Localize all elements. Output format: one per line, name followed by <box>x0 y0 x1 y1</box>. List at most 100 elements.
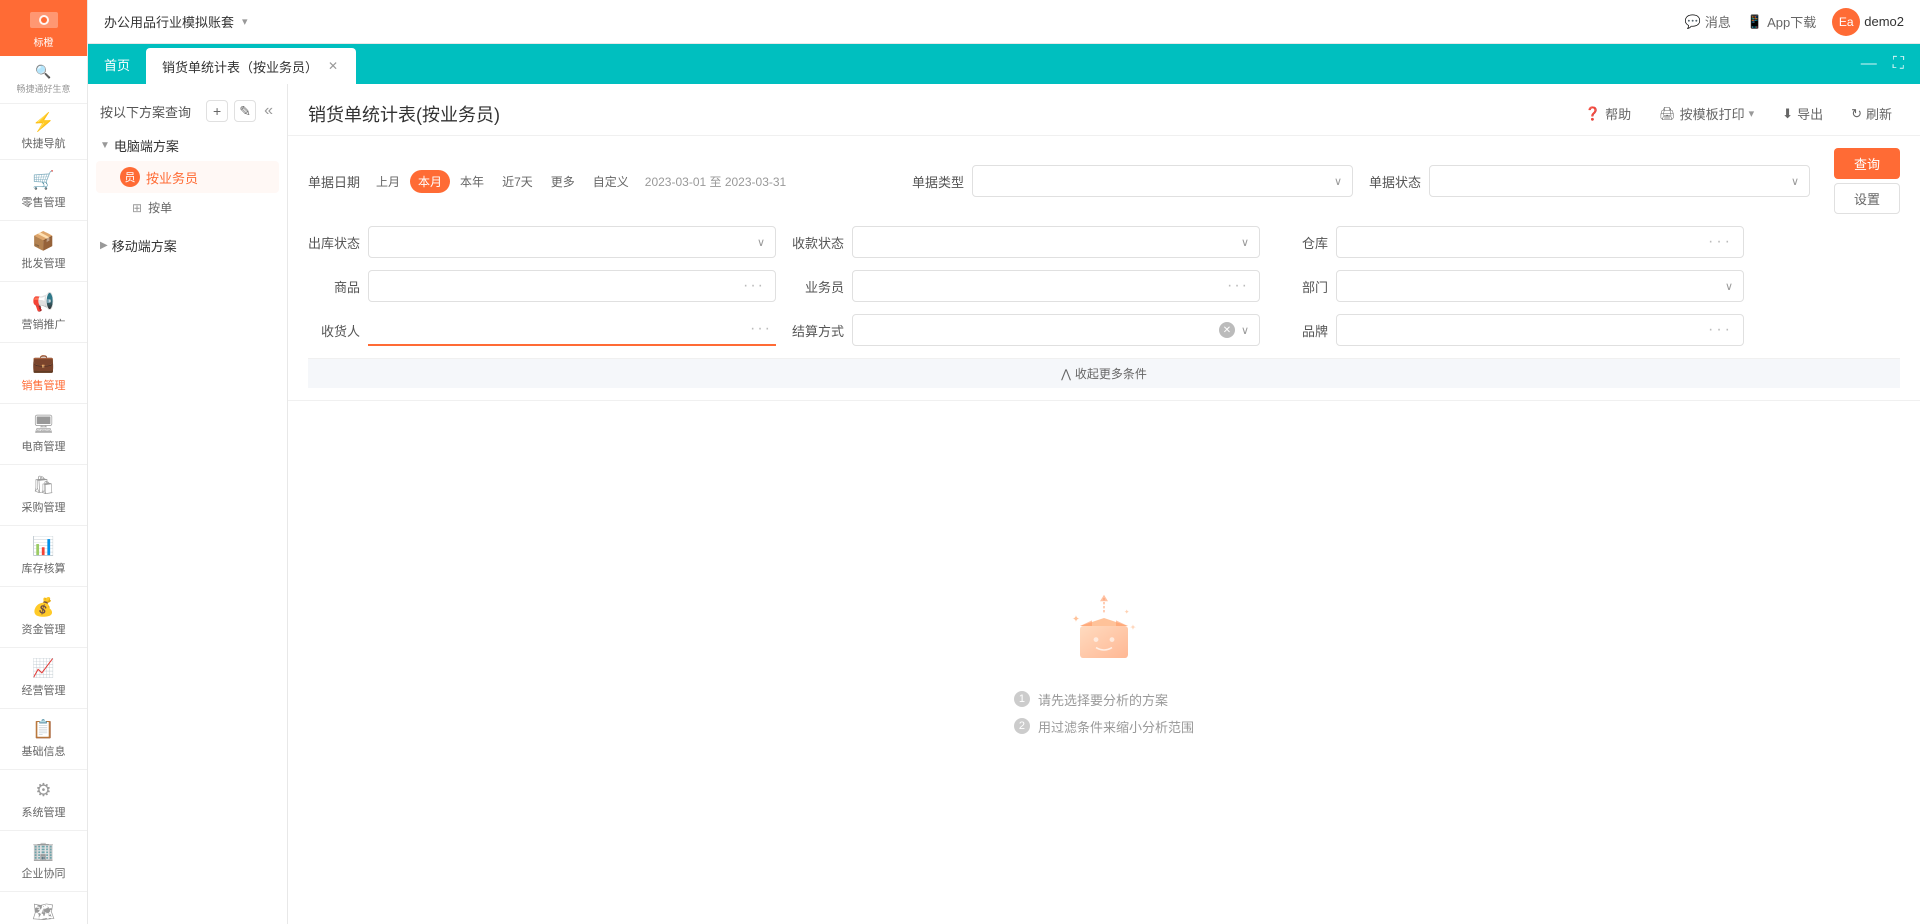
date-tab-this-year[interactable]: 本年 <box>452 170 492 193</box>
empty-tip-2: 2 用过滤条件来缩小分析范围 <box>1014 717 1194 736</box>
search-menu[interactable]: 🔍 畅捷通好生意 <box>0 56 87 104</box>
sidebar-item-basic[interactable]: 📋 基础信息 <box>0 709 87 770</box>
print-chevron: ▾ <box>1749 107 1755 120</box>
tip-text-1: 请先选择要分析的方案 <box>1038 690 1168 709</box>
date-tab-this-month[interactable]: 本月 <box>410 170 450 193</box>
department-control[interactable]: ∨ <box>1336 270 1744 302</box>
warehouse-dots: ··· <box>1708 233 1733 251</box>
edit-scheme-btn[interactable]: ✎ <box>234 100 256 122</box>
sidebar-item-ecommerce[interactable]: 🖥 电商管理 <box>0 404 87 465</box>
date-tab-custom[interactable]: 自定义 <box>585 170 637 193</box>
basic-icon: 📋 <box>32 719 54 740</box>
scheme-item-salesperson[interactable]: 员 按业务员 <box>96 161 279 193</box>
out-status-control[interactable]: ∨ <box>368 226 776 258</box>
doc-status-control[interactable]: ∨ <box>1429 165 1810 197</box>
salesperson-control[interactable]: ··· <box>852 270 1260 302</box>
date-filter: 上月 本月 本年 近7天 更多 自定义 2023-03-01 至 2023-03… <box>368 170 786 193</box>
scheme-subitem-order[interactable]: ⊞ 按单 <box>96 193 279 222</box>
capital-label: 资金管理 <box>22 621 66 637</box>
sales-icon: 💼 <box>32 353 54 374</box>
help-label: 帮助 <box>1605 104 1631 123</box>
filter-row-1: 单据日期 上月 本月 本年 近7天 更多 自定义 2023-03-01 至 20… <box>308 148 1900 214</box>
export-btn[interactable]: ⬇ 导出 <box>1774 100 1831 127</box>
brand-label: 品牌 <box>1276 321 1328 340</box>
out-status-chevron: ∨ <box>757 236 765 249</box>
scheme-section: ▼ 电脑端方案 员 按业务员 ⊞ 按单 ▶ 移动端方案 <box>88 130 287 261</box>
user-name: demo2 <box>1864 14 1904 29</box>
sidebar-item-system[interactable]: ⚙ 系统管理 <box>0 770 87 831</box>
query-button[interactable]: 查询 <box>1834 148 1900 179</box>
settlement-chevron: ∨ <box>1241 324 1249 337</box>
marketing-label: 营销推广 <box>22 316 66 332</box>
sidebar-item-purchase[interactable]: 🛍 采购管理 <box>0 465 87 526</box>
sidebar-item-wholesale[interactable]: 📦 批发管理 <box>0 221 87 282</box>
settings-button[interactable]: 设置 <box>1834 183 1900 214</box>
add-scheme-btn[interactable]: + <box>206 100 228 122</box>
settlement-control[interactable]: ✕ ∨ <box>852 314 1260 346</box>
download-label: App下载 <box>1767 12 1816 31</box>
export-label: 导出 <box>1797 104 1823 123</box>
app-download-btn[interactable]: 📱 App下载 <box>1747 12 1816 31</box>
sidebar-item-capital[interactable]: 💰 资金管理 <box>0 587 87 648</box>
mobile-scheme-header[interactable]: ▶ 移动端方案 <box>96 230 279 261</box>
tab-home[interactable]: 首页 <box>88 44 146 84</box>
tip-num-1: 1 <box>1014 691 1030 707</box>
print-icon: 🖨 <box>1659 106 1676 122</box>
sidebar-item-enterprise[interactable]: 🏢 企业协同 <box>0 831 87 892</box>
filter-settlement: 结算方式 ✕ ∨ <box>792 314 1260 346</box>
scheme-icon: 员 <box>120 167 140 187</box>
inventory-label: 库存核算 <box>22 560 66 576</box>
collapse-filter-btn[interactable]: ⋀ 收起更多条件 <box>308 358 1900 388</box>
user-area[interactable]: Ea demo2 <box>1832 8 1904 36</box>
empty-tip-1: 1 请先选择要分析的方案 <box>1014 690 1194 709</box>
sidebar-item-guide[interactable]: 🗺 新手引导 <box>0 892 87 924</box>
sidebar-item-sales[interactable]: 💼 销售管理 <box>0 343 87 404</box>
warehouse-control[interactable]: ··· <box>1336 226 1744 258</box>
filter-row-2: 出库状态 ∨ 收款状态 ∨ 仓库 <box>308 226 1900 258</box>
sidebar-item-operation[interactable]: 📈 经营管理 <box>0 648 87 709</box>
system-label: 系统管理 <box>22 804 66 820</box>
system-icon: ⚙ <box>35 780 51 801</box>
settlement-clear-btn[interactable]: ✕ <box>1219 322 1235 338</box>
collapse-arrow: ⋀ <box>1061 367 1071 381</box>
product-control[interactable]: ··· <box>368 270 776 302</box>
right-content: 销货单统计表(按业务员) ❓ 帮助 🖨 按模板打印 ▾ ⬇ 导出 <box>288 84 1920 924</box>
logo-text: 标橙 <box>34 34 54 49</box>
group-label: 电脑端方案 <box>114 136 179 155</box>
left-panel-actions: + ✎ « <box>206 100 275 122</box>
sidebar-item-retail[interactable]: 🛒 零售管理 <box>0 160 87 221</box>
print-label: 按模板打印 <box>1680 104 1745 123</box>
company-chevron[interactable]: ▾ <box>242 15 248 28</box>
tab-sales-stats[interactable]: 销货单统计表（按业务员） ✕ <box>146 48 356 84</box>
payment-status-control[interactable]: ∨ <box>852 226 1260 258</box>
tab-maximize-btn[interactable]: ⛶ <box>1889 51 1908 77</box>
brand-control[interactable]: ··· <box>1336 314 1744 346</box>
date-tab-7days[interactable]: 近7天 <box>494 170 541 193</box>
operation-label: 经营管理 <box>22 682 66 698</box>
collapse-panel-btn[interactable]: « <box>262 100 275 122</box>
help-icon: ❓ <box>1585 106 1601 122</box>
message-btn[interactable]: 💬 消息 <box>1685 12 1731 31</box>
tab-minimize-btn[interactable]: — <box>1857 51 1881 77</box>
page-actions: ❓ 帮助 🖨 按模板打印 ▾ ⬇ 导出 ↻ 刷新 <box>1577 100 1900 127</box>
scheme-group-desktop-header[interactable]: ▼ 电脑端方案 <box>96 130 279 161</box>
doc-type-control[interactable]: ∨ <box>972 165 1353 197</box>
recipient-control[interactable]: ··· <box>368 314 776 346</box>
search-icon: 🔍 <box>35 64 51 80</box>
help-btn[interactable]: ❓ 帮助 <box>1577 100 1639 127</box>
quick-nav[interactable]: ⚡ 快捷导航 <box>0 104 87 160</box>
sidebar-item-inventory[interactable]: 📊 库存核算 <box>0 526 87 587</box>
refresh-btn[interactable]: ↻ 刷新 <box>1843 100 1900 127</box>
guide-icon: 🗺 <box>32 902 55 923</box>
date-tab-last-month[interactable]: 上月 <box>368 170 408 193</box>
template-print-btn[interactable]: 🖨 按模板打印 ▾ <box>1651 100 1762 127</box>
department-chevron: ∨ <box>1725 280 1733 293</box>
out-status-label: 出库状态 <box>308 233 360 252</box>
tab-close-btn[interactable]: ✕ <box>326 57 340 75</box>
operation-icon: 📈 <box>32 658 54 679</box>
sidebar-item-marketing[interactable]: 📢 营销推广 <box>0 282 87 343</box>
date-tab-more[interactable]: 更多 <box>543 170 583 193</box>
filter-doc-status: 单据状态 ∨ <box>1369 165 1810 197</box>
department-label: 部门 <box>1276 277 1328 296</box>
date-label: 单据日期 <box>308 172 360 191</box>
